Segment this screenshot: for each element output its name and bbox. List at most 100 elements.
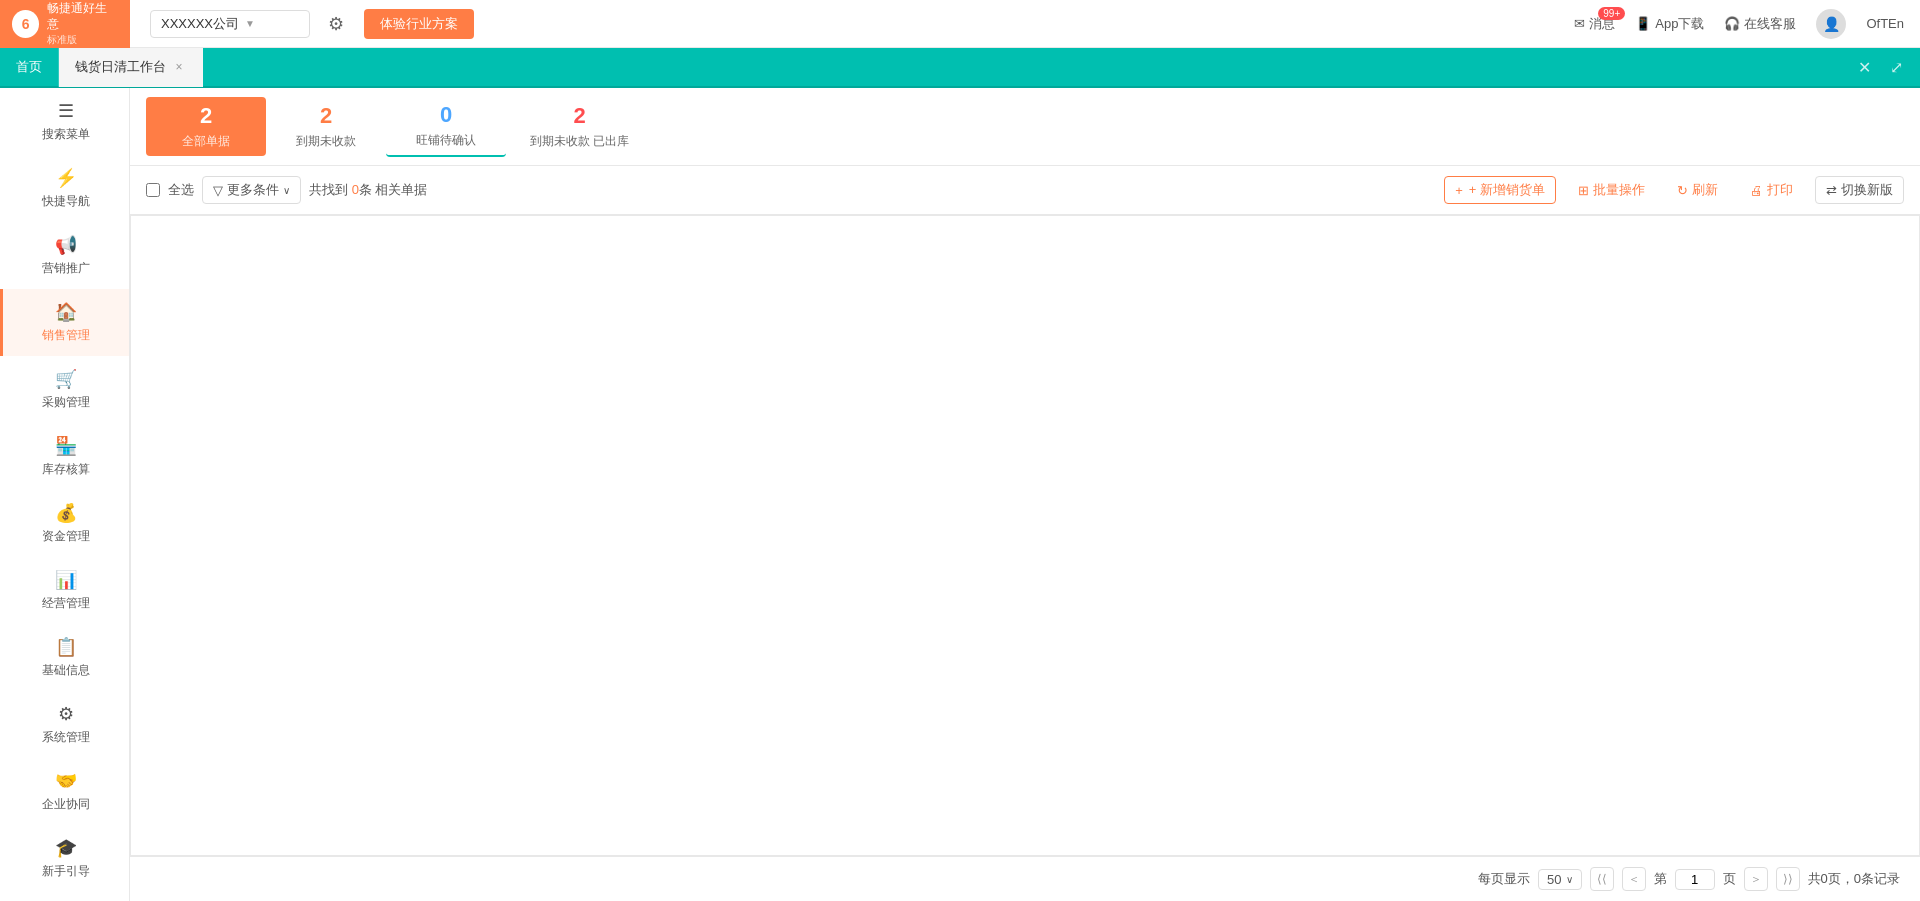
settings-button[interactable]: ⚙ [320,8,352,40]
system-icon: ⚙ [58,703,74,725]
stat-card-wangpu[interactable]: 0 旺铺待确认 [386,96,506,157]
inventory-icon: 🏪 [55,435,77,457]
first-page-button[interactable]: ⟨⟨ [1590,867,1614,891]
found-prefix: 共找到 [309,182,348,197]
menu-search-icon: ☰ [58,100,74,122]
sidebar: ☰ 搜索菜单 ⚡ 快捷导航 📢 营销推广 🏠 销售管理 🛒 采购管理 🏪 库存核… [0,88,130,901]
stat-num-wangpu: 0 [440,102,452,128]
print-icon: 🖨 [1750,183,1763,198]
batch-icon: ⊞ [1578,183,1589,198]
stat-card-all[interactable]: 2 全部单据 [146,97,266,156]
online-service-button[interactable]: 🎧 在线客服 [1724,15,1796,33]
user-name-area[interactable]: OfTEn [1866,16,1904,31]
more-filter-button[interactable]: ▽ 更多条件 ∨ [202,176,301,204]
message-button[interactable]: ✉ 消息 99+ [1574,15,1615,33]
found-unit: 条 [359,182,372,197]
switch-icon: ⇄ [1826,183,1837,198]
sidebar-item-guide[interactable]: 🎓 新手引导 [0,825,129,892]
print-button[interactable]: 🖨 打印 [1740,177,1803,203]
batch-operation-button[interactable]: ⊞ 批量操作 [1568,177,1655,203]
logo-icon: 6 [12,10,39,38]
page-total: 共0页，0条记录 [1808,870,1900,888]
filter-dropdown-icon: ∨ [283,185,290,196]
app-download-icon: 📱 [1635,16,1651,31]
sales-icon: 🏠 [55,301,77,323]
stats-bar: 2 全部单据 2 到期未收款 0 旺铺待确认 2 到期未收款 已出库 [130,88,1920,166]
stat-num-shipped: 2 [574,103,586,129]
page-label: 第 [1654,870,1667,888]
app-download-button[interactable]: 📱 App下载 [1635,15,1704,33]
user-avatar[interactable]: 👤 [1816,9,1846,39]
stat-label-all: 全部单据 [182,133,230,150]
page-size-arrow-icon: ∨ [1566,874,1573,885]
select-all-label: 全选 [168,181,194,199]
sidebar-item-base-info[interactable]: 📋 基础信息 [0,624,129,691]
sidebar-label-search-menu: 搜索菜单 [42,126,90,143]
toolbar-left: 全选 ▽ 更多条件 ∨ 共找到 0条 相关单据 [146,176,1432,204]
guide-icon: 🎓 [55,837,77,859]
sidebar-item-sales[interactable]: 🏠 销售管理 [0,289,129,356]
sidebar-label-operations: 经营管理 [42,595,90,612]
sidebar-label-guide: 新手引导 [42,863,90,880]
logo-area: 6 畅捷通好生意 标准版 [0,0,130,48]
stat-label-wangpu: 旺铺待确认 [416,132,476,149]
sidebar-item-purchase[interactable]: 🛒 采购管理 [0,356,129,423]
tab-expand-icon[interactable]: ⤢ [1884,55,1908,79]
marketing-icon: 📢 [55,234,77,256]
sidebar-item-quick-nav[interactable]: ⚡ 快捷导航 [0,155,129,222]
logo-subtitle: 标准版 [47,33,118,46]
prev-page-button[interactable]: ＜ [1622,867,1646,891]
sidebar-item-system[interactable]: ⚙ 系统管理 [0,691,129,758]
refresh-button[interactable]: ↻ 刷新 [1667,177,1728,203]
sidebar-item-inventory[interactable]: 🏪 库存核算 [0,423,129,490]
found-count: 0 [352,182,359,197]
refresh-icon: ↻ [1677,183,1688,198]
last-page-button[interactable]: ⟩⟩ [1776,867,1800,891]
switch-new-version-button[interactable]: ⇄ 切换新版 [1815,176,1904,204]
select-all-checkbox[interactable] [146,183,160,197]
sidebar-label-inventory: 库存核算 [42,461,90,478]
sidebar-item-marketing[interactable]: 📢 营销推广 [0,222,129,289]
tab-workbench-label: 钱货日清工作台 [75,58,166,76]
stat-num-all: 2 [200,103,212,129]
page-size-selector[interactable]: 50 ∨ [1538,869,1581,890]
main-layout: ☰ 搜索菜单 ⚡ 快捷导航 📢 营销推广 🏠 销售管理 🛒 采购管理 🏪 库存核… [0,88,1920,901]
tab-close-icon[interactable]: × [172,60,186,74]
sidebar-label-purchase: 采购管理 [42,394,90,411]
sidebar-item-enterprise[interactable]: 🤝 企业协同 [0,758,129,825]
page-number-input[interactable] [1675,869,1715,890]
stat-card-shipped[interactable]: 2 到期未收款 已出库 [506,97,653,156]
logo-title: 畅捷通好生意 [47,1,118,32]
page-size-value: 50 [1547,872,1561,887]
tab-work-bench[interactable]: 钱货日清工作台 × [59,47,203,87]
page-suffix: 页 [1723,870,1736,888]
sidebar-label-quick-nav: 快捷导航 [42,193,90,210]
pagination-bar: 每页显示 50 ∨ ⟨⟨ ＜ 第 页 ＞ ⟩⟩ 共0页，0条记录 [130,856,1920,901]
tab-close-window-icon[interactable]: ✕ [1852,55,1876,79]
sidebar-item-finance[interactable]: 💰 资金管理 [0,490,129,557]
online-service-label: 在线客服 [1744,15,1796,33]
stat-card-overdue[interactable]: 2 到期未收款 [266,97,386,156]
message-badge: 99+ [1598,7,1625,20]
try-industry-button[interactable]: 体验行业方案 [364,9,474,39]
refresh-label: 刷新 [1692,181,1718,199]
tab-home[interactable]: 首页 [0,47,59,87]
sidebar-item-app-center[interactable]: 📦 应用中心 [0,892,129,901]
page-size-label: 每页显示 [1478,870,1530,888]
app-download-label: App下载 [1655,15,1704,33]
finance-icon: 💰 [55,502,77,524]
company-name: XXXXXX公司 [161,15,239,33]
sidebar-label-finance: 资金管理 [42,528,90,545]
base-info-icon: 📋 [55,636,77,658]
filter-label: 更多条件 [227,181,279,199]
add-sale-order-button[interactable]: + + 新增销货单 [1444,176,1556,204]
switch-label: 切换新版 [1841,181,1893,199]
company-selector[interactable]: XXXXXX公司 ▼ [150,10,310,38]
avatar-icon: 👤 [1823,16,1840,32]
sidebar-item-operations[interactable]: 📊 经营管理 [0,557,129,624]
sidebar-label-enterprise: 企业协同 [42,796,90,813]
next-page-button[interactable]: ＞ [1744,867,1768,891]
dropdown-arrow-icon: ▼ [245,18,255,29]
sidebar-item-search-menu[interactable]: ☰ 搜索菜单 [0,88,129,155]
print-label: 打印 [1767,181,1793,199]
